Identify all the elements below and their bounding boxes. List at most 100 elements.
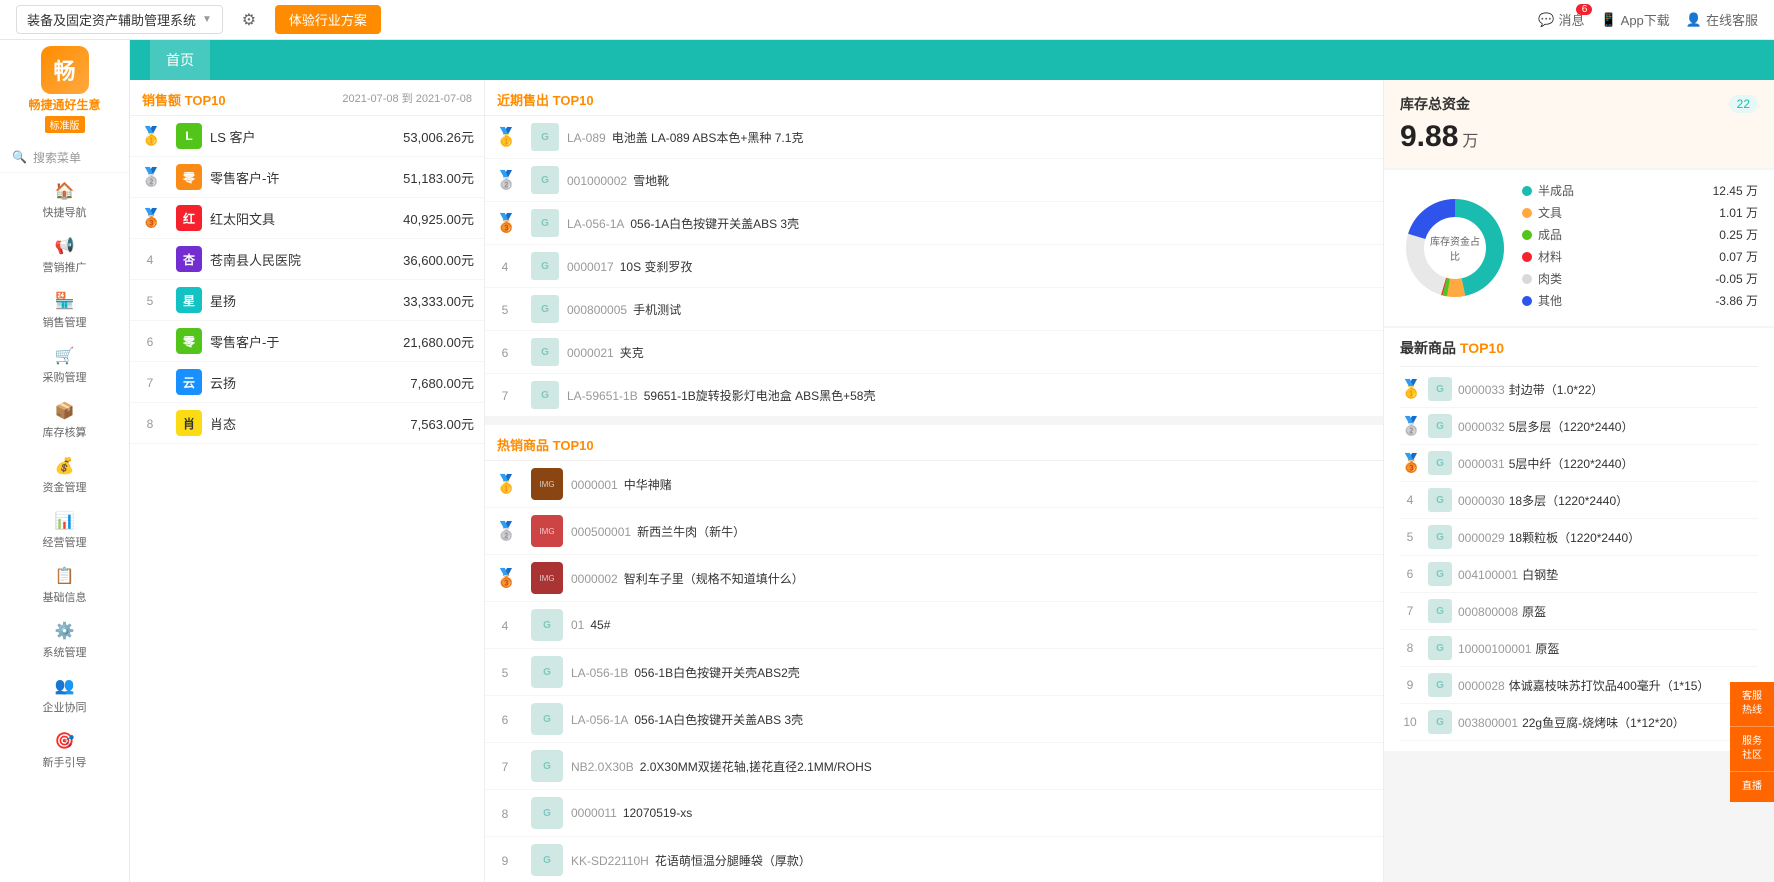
recent-item: 🥉 G LA-056-1A056-1A白色按键开关盖ABS 3壳 xyxy=(485,202,1383,245)
hot-product-thumb: G xyxy=(531,844,563,876)
hot-product-thumb: G xyxy=(531,703,563,735)
cs-community-button[interactable]: 服务社区 xyxy=(1730,727,1774,772)
rank-num: 7 xyxy=(495,759,523,774)
enterprise-icon: 👥 xyxy=(55,676,75,696)
customer-top10-panel: 销售额 TOP10 2021-07-08 到 2021-07-08 🥇 L LS… xyxy=(130,80,485,882)
cs-live-button[interactable]: 直播 xyxy=(1730,772,1774,802)
np-thumb: G xyxy=(1428,451,1452,475)
search-menu[interactable]: 🔍 搜索菜单 xyxy=(0,143,129,173)
np-info: 00000315层中纤（1220*2440） xyxy=(1458,455,1758,472)
donut-center-label: 库存资金占比 xyxy=(1428,233,1483,263)
sidebar-item-finance[interactable]: 💰 资金管理 xyxy=(0,448,129,503)
legend-item: 其他 -3.86 万 xyxy=(1522,292,1758,309)
np-info: 10000100001原盔 xyxy=(1458,640,1758,657)
right-panel: 库存总资金 22 9.88 万 xyxy=(1384,80,1774,882)
sidebar-item-sales[interactable]: 🏪 销售管理 xyxy=(0,283,129,338)
product-thumb: G xyxy=(531,381,559,409)
customer-name: 云扬 xyxy=(210,373,410,392)
purchase-icon: 🛒 xyxy=(55,346,75,366)
recent-item: 🥈 G 001000002雪地靴 xyxy=(485,159,1383,202)
hot-product-thumb: G xyxy=(531,797,563,829)
legend-dot xyxy=(1522,230,1532,240)
messages-button[interactable]: 💬 消息 6 xyxy=(1538,10,1584,29)
np-info: 000003018多层（1220*2440） xyxy=(1458,492,1758,509)
np-rank: 🥈 xyxy=(1400,416,1422,437)
inventory-title: 库存总资金 xyxy=(1400,94,1470,114)
legend-dot xyxy=(1522,252,1532,262)
rank-medal: 4 xyxy=(140,252,168,267)
inventory-amount-row: 9.88 万 xyxy=(1400,120,1758,154)
sidebar-item-purchase[interactable]: 🛒 采购管理 xyxy=(0,338,129,393)
sidebar-item-system[interactable]: ⚙️ 系统管理 xyxy=(0,613,129,668)
recent-item: 5 G 000800005手机测试 xyxy=(485,288,1383,331)
customer-name: 星扬 xyxy=(210,291,403,310)
sidebar-item-guide[interactable]: 🎯 新手引导 xyxy=(0,723,129,778)
donut-chart: 库存资金占比 xyxy=(1400,193,1510,303)
app-download-button[interactable]: 📱 App下载 xyxy=(1600,10,1669,29)
np-thumb: G xyxy=(1428,599,1452,623)
legend-value: 1.01 万 xyxy=(1698,204,1758,221)
basic-info-icon: 📋 xyxy=(55,566,75,586)
legend-value: 0.07 万 xyxy=(1698,248,1758,265)
sidebar-item-enterprise[interactable]: 👥 企业协同 xyxy=(0,668,129,723)
topbar-right: 💬 消息 6 📱 App下载 👤 在线客服 xyxy=(1538,10,1758,29)
sidebar-item-inventory[interactable]: 📦 库存核算 xyxy=(0,393,129,448)
recent-sold-list: 🥇 G LA-089电池盖 LA-089 ABS本色+黑种 7.1克 🥈 G 0… xyxy=(485,116,1383,417)
rank-medal: 🥇 xyxy=(140,126,168,147)
customer-amount: 21,680.00元 xyxy=(403,332,474,351)
chevron-down-icon: ▼ xyxy=(202,14,212,25)
new-product-item: 🥉 G 00000315层中纤（1220*2440） xyxy=(1400,445,1758,482)
np-info: 0000033封边带（1.0*22） xyxy=(1458,381,1758,398)
hot-product-info: LA-056-1A056-1A白色按键开关盖ABS 3壳 xyxy=(571,711,1373,728)
legend-label: 半成品 xyxy=(1538,182,1692,199)
rank-num: 4 xyxy=(495,618,523,633)
hot-product-item: 🥉 IMG 0000002智利车子里（规格不知道填什么） xyxy=(485,555,1383,602)
sidebar-item-quick-nav[interactable]: 🏠 快捷导航 xyxy=(0,173,129,228)
legend-value: -0.05 万 xyxy=(1698,270,1758,287)
hot-products-header: 热销商品 TOP10 xyxy=(485,425,1383,461)
rank-num: 5 xyxy=(495,665,523,680)
new-product-item: 4 G 000003018多层（1220*2440） xyxy=(1400,482,1758,519)
customer-item: 6 零 零售客户-于 21,680.00元 xyxy=(130,321,484,362)
divider xyxy=(485,417,1383,425)
np-thumb: G xyxy=(1428,710,1452,734)
inventory-badge: 22 xyxy=(1729,95,1758,113)
hot-product-info: 0145# xyxy=(571,618,1373,632)
rank-num: 🥈 xyxy=(495,521,523,542)
legend-item: 成品 0.25 万 xyxy=(1522,226,1758,243)
rank-num: 🥇 xyxy=(495,127,523,148)
new-products-list: 🥇 G 0000033封边带（1.0*22） 🥈 G 00000325层多层（1… xyxy=(1400,371,1758,741)
hot-product-thumb: IMG xyxy=(531,468,563,500)
settings-icon[interactable]: ⚙ xyxy=(235,6,263,34)
system-selector[interactable]: 装备及固定资产辅助管理系统 ▼ xyxy=(16,5,223,34)
cs-hotline-button[interactable]: 客服热线 xyxy=(1730,682,1774,727)
np-rank: 9 xyxy=(1400,678,1422,692)
np-info: 004100001白钢垫 xyxy=(1458,566,1758,583)
service-icon: 👤 xyxy=(1686,12,1702,28)
search-icon: 🔍 xyxy=(12,150,27,164)
new-product-item: 9 G 0000028体诚嘉枝味苏打饮品400毫升（1*15） xyxy=(1400,667,1758,704)
hot-product-thumb: G xyxy=(531,750,563,782)
product-info: 001000002雪地靴 xyxy=(567,172,1373,189)
customer-name: 肖态 xyxy=(210,414,410,433)
customer-item: 🥈 零 零售客户-许 51,183.00元 xyxy=(130,157,484,198)
sidebar-item-basic-info[interactable]: 📋 基础信息 xyxy=(0,558,129,613)
product-thumb: G xyxy=(531,295,559,323)
sidebar-item-marketing[interactable]: 📢 营销推广 xyxy=(0,228,129,283)
product-thumb: G xyxy=(531,209,559,237)
customer-name: 零售客户-于 xyxy=(210,332,403,351)
np-thumb: G xyxy=(1428,488,1452,512)
online-service-button[interactable]: 👤 在线客服 xyxy=(1686,10,1758,29)
product-thumb: G xyxy=(531,166,559,194)
customer-date-range: 2021-07-08 到 2021-07-08 xyxy=(342,90,472,106)
legend-dot xyxy=(1522,208,1532,218)
np-info: 00000325层多层（1220*2440） xyxy=(1458,418,1758,435)
finance-icon: 💰 xyxy=(55,456,75,476)
hot-product-info: 0000002智利车子里（规格不知道填什么） xyxy=(571,570,1373,587)
inventory-chart-section: 库存资金占比 半成品 12.45 万 文具 1.01 万 成品 0.25 万 材… xyxy=(1384,170,1774,326)
recent-item: 6 G 0000021夹克 xyxy=(485,331,1383,374)
sidebar-item-operations[interactable]: 📊 经营管理 xyxy=(0,503,129,558)
np-rank: 🥉 xyxy=(1400,453,1422,474)
nav-home[interactable]: 首页 xyxy=(150,40,210,80)
trial-button[interactable]: 体验行业方案 xyxy=(275,5,381,34)
